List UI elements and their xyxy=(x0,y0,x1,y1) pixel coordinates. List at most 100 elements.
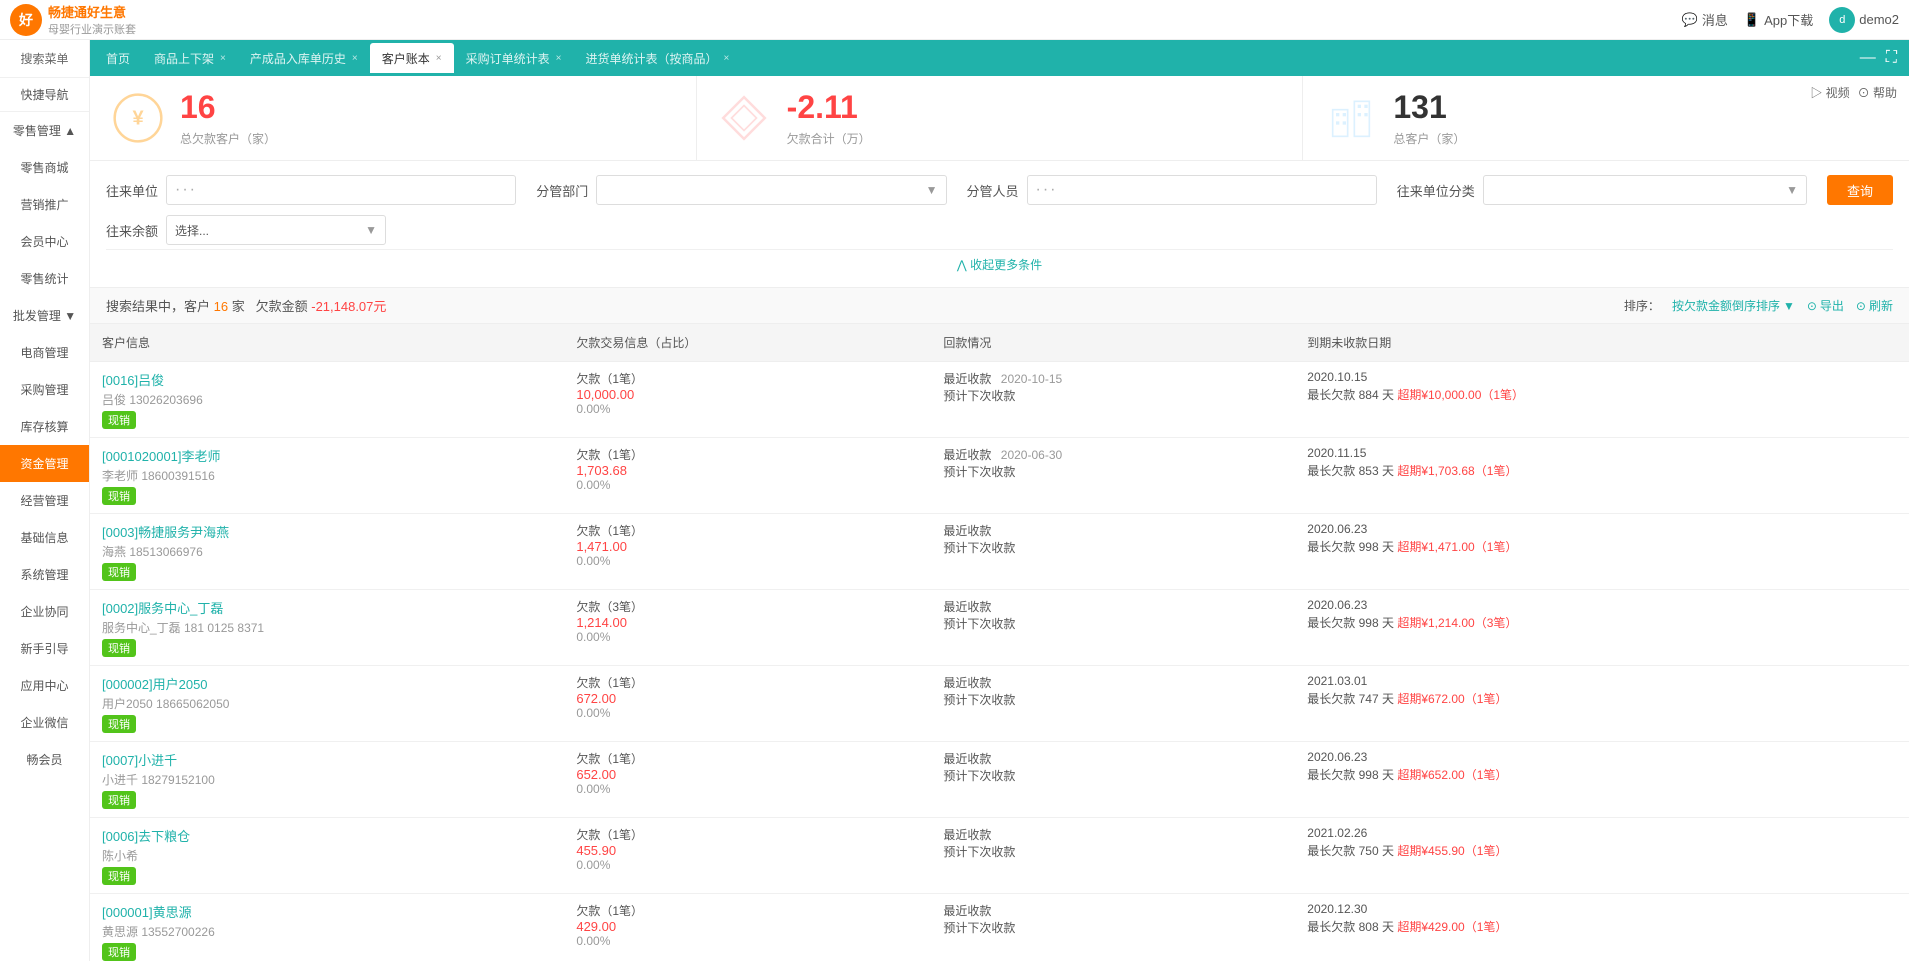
sidebar-quick-nav[interactable]: 快捷导航 xyxy=(0,78,89,112)
user-avatar-btn[interactable]: d demo2 xyxy=(1829,7,1899,33)
sidebar-item-app-center[interactable]: 应用中心 xyxy=(0,667,89,704)
refresh-btn[interactable]: ⊙ 刷新 xyxy=(1856,297,1893,314)
filter-dept-label: 分管部门 xyxy=(536,181,588,200)
sidebar-item-member-center[interactable]: 会员中心 xyxy=(0,223,89,260)
table-body: [0016]吕俊 吕俊 13026203696 现销 欠款（1笔） 10,000… xyxy=(90,362,1909,961)
customer-name-link-5[interactable]: [0007]小进千 xyxy=(102,753,177,768)
sidebar-item-basic-info[interactable]: 基础信息 xyxy=(0,519,89,556)
customer-name-link-0[interactable]: [0016]吕俊 xyxy=(102,373,164,388)
tab-close-purchase-order[interactable]: × xyxy=(556,53,562,64)
customer-name-link-7[interactable]: [000001]黄思源 xyxy=(102,905,192,920)
tab-purchase-stat[interactable]: 进货单统计表（按商品） × xyxy=(573,43,741,73)
overdue-amount-6: 超期¥455.90（1笔） xyxy=(1397,844,1507,858)
customer-badge-4: 现销 xyxy=(102,715,136,733)
cell-debt-info-6: 欠款（1笔） 455.90 0.00% xyxy=(564,818,931,894)
sidebar-item-vip-member[interactable]: 畅会员 xyxy=(0,741,89,778)
filter-from-unit-input[interactable]: ··· xyxy=(166,175,516,205)
debt-amount-3: 1,214.00 xyxy=(576,615,919,630)
cell-debt-info-1: 欠款（1笔） 1,703.68 0.00% xyxy=(564,438,931,514)
chevron-down-icon-2: ▼ xyxy=(1786,183,1798,197)
help-btn[interactable]: ⊙ 帮助 xyxy=(1858,84,1897,101)
table-row: [000002]用户2050 用户2050 18665062050 现销 欠款（… xyxy=(90,666,1909,742)
chevron-down-icon: ▼ xyxy=(926,183,938,197)
content-area: 首页 商品上下架 × 产成品入库单历史 × 客户账本 × 采购订单统计表 × xyxy=(90,40,1909,961)
app-download-btn[interactable]: 📱 App下载 xyxy=(1744,10,1813,29)
tab-product-history[interactable]: 产成品入库单历史 × xyxy=(238,43,370,73)
sidebar-item-retail-mgmt[interactable]: 零售管理 ▲ xyxy=(0,112,89,149)
customer-badge-6: 现销 xyxy=(102,867,136,885)
tabs-maximize-btn[interactable]: ⛶ xyxy=(1884,47,1899,69)
customer-name-link-1[interactable]: [0001020001]李老师 xyxy=(102,449,221,464)
cell-customer-info-2: [0003]畅捷服务尹海燕 海燕 18513066976 现销 xyxy=(90,514,564,590)
overdue-amount-0: 超期¥10,000.00（1笔） xyxy=(1397,388,1524,402)
customer-name-link-4[interactable]: [000002]用户2050 xyxy=(102,677,208,692)
export-btn[interactable]: ⊙ 导出 xyxy=(1807,297,1844,314)
filter-unit-category-select[interactable]: ▼ xyxy=(1483,175,1807,205)
tabs-minimize-btn[interactable]: — xyxy=(1858,47,1878,69)
sidebar-item-marketing[interactable]: 营销推广 xyxy=(0,186,89,223)
cell-customer-info-0: [0016]吕俊 吕俊 13026203696 现销 xyxy=(90,362,564,438)
sidebar-item-batch-mgmt[interactable]: 批发管理 ▼ xyxy=(0,297,89,334)
debt-amount-0: 10,000.00 xyxy=(576,387,919,402)
customer-sub-2: 海燕 18513066976 xyxy=(102,543,552,560)
sidebar-item-operation-mgmt[interactable]: 经营管理 xyxy=(0,482,89,519)
sidebar-item-retail-mall[interactable]: 零售商城 xyxy=(0,149,89,186)
app-wrapper: 好 畅捷通好生意 母婴行业演示账套 💬 消息 📱 App下载 d demo2 xyxy=(0,0,1909,961)
tab-purchase-order[interactable]: 采购订单统计表 × xyxy=(454,43,574,73)
top-bar: 好 畅捷通好生意 母婴行业演示账套 💬 消息 📱 App下载 d demo2 xyxy=(0,0,1909,40)
tab-close-customer-account[interactable]: × xyxy=(436,53,442,64)
sidebar-item-inventory[interactable]: 库存核算 xyxy=(0,408,89,445)
svg-text:¥: ¥ xyxy=(132,108,144,130)
debt-amount-4: 672.00 xyxy=(576,691,919,706)
filter-manager-label: 分管人员 xyxy=(967,181,1019,200)
tab-home[interactable]: 首页 xyxy=(94,43,142,73)
stat-label-debt-customers: 总欠款客户（家） xyxy=(180,130,276,147)
customer-badge-2: 现销 xyxy=(102,563,136,581)
filter-balance: 往来余额 选择... ▼ xyxy=(106,215,386,245)
sidebar-search[interactable]: 搜索菜单 xyxy=(0,40,89,78)
tabs-actions: — ⛶ xyxy=(1858,47,1905,69)
filter-dept-select[interactable]: ▼ xyxy=(596,175,946,205)
filter-balance-select[interactable]: 选择... ▼ xyxy=(166,215,386,245)
stat-card-actions: ▷ 视频 ⊙ 帮助 xyxy=(1810,84,1897,101)
avatar: d xyxy=(1829,7,1855,33)
col-header-debt-info: 欠款交易信息（占比） xyxy=(564,324,931,362)
customer-badge-7: 现销 xyxy=(102,943,136,961)
tab-close-purchase-stat[interactable]: × xyxy=(723,53,729,64)
tab-close-product-offshelf[interactable]: × xyxy=(220,53,226,64)
message-btn[interactable]: 💬 消息 xyxy=(1682,10,1728,29)
table-row: [0006]去下粮仓 陈小希 现销 欠款（1笔） 455.90 0.00% 最近… xyxy=(90,818,1909,894)
customer-sub-6: 陈小希 xyxy=(102,847,552,864)
sidebar-item-enterprise-wechat[interactable]: 企业微信 xyxy=(0,704,89,741)
tab-customer-account[interactable]: 客户账本 × xyxy=(370,43,454,73)
filter-unit-category: 往来单位分类 ▼ xyxy=(1397,175,1807,205)
tab-close-product-history[interactable]: × xyxy=(352,53,358,64)
customer-name-link-3[interactable]: [0002]服务中心_丁磊 xyxy=(102,601,223,616)
sidebar-item-capital-mgmt[interactable]: 资金管理 xyxy=(0,445,89,482)
customer-badge-0: 现销 xyxy=(102,411,136,429)
video-btn[interactable]: ▷ 视频 xyxy=(1810,84,1849,101)
top-bar-right: 💬 消息 📱 App下载 d demo2 xyxy=(1682,7,1899,33)
sidebar-item-retail-stat[interactable]: 零售统计 xyxy=(0,260,89,297)
logo-text: 畅捷通好生意 母婴行业演示账套 xyxy=(48,2,136,37)
collapse-btn[interactable]: ⋀ 收起更多条件 xyxy=(106,249,1893,279)
customer-name-link-2[interactable]: [0003]畅捷服务尹海燕 xyxy=(102,525,229,540)
tab-product-offshelf[interactable]: 商品上下架 × xyxy=(142,43,238,73)
debt-pct-7: 0.00% xyxy=(576,934,919,948)
sort-select[interactable]: 按欠款金额倒序排序 ▼ xyxy=(1672,297,1795,314)
query-button[interactable]: 查询 xyxy=(1827,175,1893,205)
cell-payback-3: 最近收款 预计下次收款 xyxy=(931,590,1295,666)
sidebar-item-ecommerce[interactable]: 电商管理 xyxy=(0,334,89,371)
sidebar-item-purchase-mgmt[interactable]: 采购管理 xyxy=(0,371,89,408)
sidebar-item-new-guide[interactable]: 新手引导 xyxy=(0,630,89,667)
customer-name-link-6[interactable]: [0006]去下粮仓 xyxy=(102,829,190,844)
cell-customer-info-1: [0001020001]李老师 李老师 18600391516 现销 xyxy=(90,438,564,514)
yuan-icon: ¥ xyxy=(110,91,165,146)
stat-number-total-customers: 131 xyxy=(1393,89,1465,126)
filter-manager-input[interactable]: ··· xyxy=(1027,175,1377,205)
sidebar-item-enterprise-collab[interactable]: 企业协同 xyxy=(0,593,89,630)
debt-pct-2: 0.00% xyxy=(576,554,919,568)
overdue-amount-7: 超期¥429.00（1笔） xyxy=(1397,920,1507,934)
cell-customer-info-6: [0006]去下粮仓 陈小希 现销 xyxy=(90,818,564,894)
sidebar-item-system-mgmt[interactable]: 系统管理 xyxy=(0,556,89,593)
